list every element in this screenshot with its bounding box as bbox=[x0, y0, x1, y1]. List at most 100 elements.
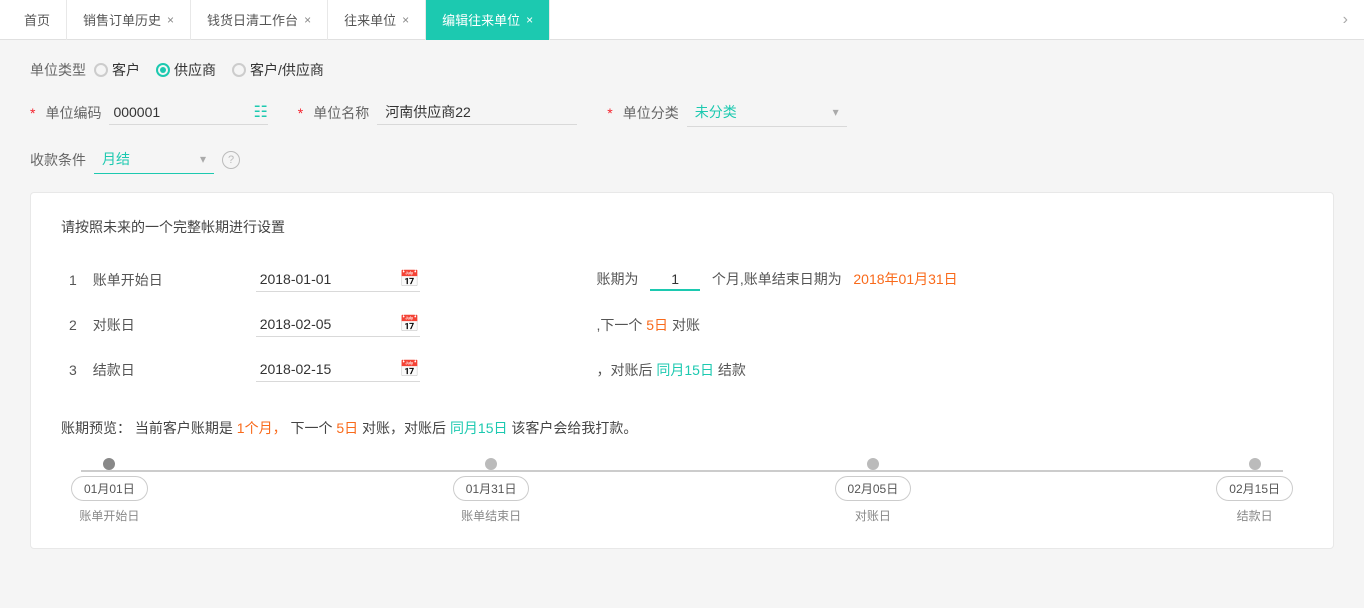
tab-cash-work[interactable]: 钱货日清工作台 × bbox=[191, 0, 328, 40]
tab-cash-work-label: 钱货日清工作台 bbox=[207, 10, 298, 29]
step-1-label: 账单开始日 bbox=[85, 257, 248, 302]
payment-condition-select[interactable]: 月结 ▾ bbox=[94, 145, 214, 174]
unit-code-label: 单位编码 bbox=[45, 103, 101, 123]
billing-period-card: 请按照未来的一个完整帐期进行设置 1 账单开始日 📅 账期为 bbox=[30, 192, 1334, 549]
unit-type-label: 单位类型 bbox=[30, 60, 86, 80]
timeline-container: 01月01日 账单开始日 01月31日 账单结束日 02月05日 对账日 02月… bbox=[61, 458, 1303, 524]
radio-customer-supplier[interactable]: 客户/供应商 bbox=[232, 60, 324, 80]
timeline-items: 01月01日 账单开始日 01月31日 账单结束日 02月05日 对账日 02月… bbox=[71, 458, 1293, 524]
payment-condition-help-icon[interactable]: ? bbox=[222, 151, 240, 169]
step-2-num: 2 bbox=[61, 302, 85, 347]
tab-partner-list[interactable]: 往来单位 × bbox=[328, 0, 426, 40]
preview-text1: 当前客户账期是 bbox=[135, 420, 233, 436]
tab-cash-work-close[interactable]: × bbox=[304, 13, 311, 27]
step-3-num: 3 bbox=[61, 347, 85, 392]
unit-cat-star: * bbox=[607, 105, 612, 121]
tab-sales-history[interactable]: 销售订单历史 × bbox=[67, 0, 191, 40]
payment-condition-value: 月结 bbox=[102, 149, 196, 169]
tab-home[interactable]: 首页 bbox=[8, 0, 67, 40]
unit-name-star: * bbox=[298, 105, 303, 121]
unit-code-input[interactable] bbox=[109, 100, 249, 124]
payment-condition-row: 收款条件 月结 ▾ ? bbox=[30, 145, 1334, 174]
step-2-date-cell: 📅 bbox=[248, 302, 589, 347]
radio-cs-circle bbox=[232, 63, 246, 77]
unit-category-group: * 单位分类 未分类 ▾ bbox=[607, 98, 846, 127]
tl-badge-0: 01月01日 bbox=[71, 476, 148, 501]
unit-category-value: 未分类 bbox=[695, 102, 829, 122]
step-1-period-suffix: 个月,账单结束日期为 bbox=[712, 271, 842, 287]
step-3-date-cell: 📅 bbox=[248, 347, 589, 392]
step-1-date-input[interactable] bbox=[256, 267, 396, 291]
unit-code-group: * 单位编码 ☷ bbox=[30, 100, 268, 125]
payment-condition-group: 收款条件 月结 ▾ ? bbox=[30, 145, 240, 174]
unit-type-row: 单位类型 客户 供应商 客户/供应商 bbox=[30, 60, 1334, 80]
tl-item-2: 02月05日 对账日 bbox=[835, 458, 912, 524]
unit-category-select[interactable]: 未分类 ▾ bbox=[687, 98, 847, 127]
radio-customer[interactable]: 客户 bbox=[94, 60, 140, 80]
tl-label-0: 账单开始日 bbox=[79, 507, 139, 524]
step-1-period-num-input[interactable] bbox=[650, 269, 700, 291]
preview-text3: 对账，对账后 bbox=[362, 420, 446, 436]
step-2-label: 对账日 bbox=[85, 302, 248, 347]
tl-badge-3: 02月15日 bbox=[1216, 476, 1293, 501]
radio-customer-label: 客户 bbox=[112, 60, 140, 80]
step-2-date-input[interactable] bbox=[256, 312, 396, 336]
tl-label-1: 账单结束日 bbox=[461, 507, 521, 524]
step-3-date-wrapper: 📅 bbox=[256, 357, 420, 382]
step-3-desc-cell: ，对账后 同月15日 结款 bbox=[588, 347, 1303, 392]
payment-condition-label: 收款条件 bbox=[30, 150, 86, 170]
unit-code-icon[interactable]: ☷ bbox=[253, 102, 267, 122]
step-1-end-date: 2018年01月31日 bbox=[853, 271, 957, 287]
page-content: 单位类型 客户 供应商 客户/供应商 * 单位编码 bbox=[0, 40, 1364, 608]
step-3-label: 结款日 bbox=[85, 347, 248, 392]
unit-name-input[interactable] bbox=[377, 100, 577, 125]
step-3-highlight: 同月15日 bbox=[656, 362, 714, 378]
tabs-more-arrow[interactable]: › bbox=[1335, 11, 1356, 29]
tl-badge-1: 01月31日 bbox=[453, 476, 530, 501]
preview-text4: 该客户会给我打款。 bbox=[511, 420, 637, 436]
unit-code-input-wrapper: ☷ bbox=[109, 100, 267, 125]
preview-label: 账期预览： bbox=[61, 420, 131, 436]
unit-name-label: 单位名称 bbox=[313, 103, 369, 123]
step-3-suffix: 结款 bbox=[718, 362, 746, 378]
radio-customer-circle bbox=[94, 63, 108, 77]
tl-item-1: 01月31日 账单结束日 bbox=[453, 458, 530, 524]
unit-type-group: 单位类型 客户 供应商 客户/供应商 bbox=[30, 60, 324, 80]
tl-dot-1 bbox=[485, 458, 497, 470]
tab-partner-list-close[interactable]: × bbox=[402, 13, 409, 27]
tab-edit-partner[interactable]: 编辑往来单位 × bbox=[426, 0, 550, 40]
unit-info-row: * 单位编码 ☷ * 单位名称 * 单位分类 未分类 ▾ bbox=[30, 98, 1334, 127]
radio-supplier[interactable]: 供应商 bbox=[156, 60, 216, 80]
tl-badge-2: 02月05日 bbox=[835, 476, 912, 501]
step-3-calendar-icon[interactable]: 📅 bbox=[400, 359, 420, 379]
step-3-prefix: ，对账后 bbox=[596, 362, 652, 378]
unit-type-radio-group: 客户 供应商 客户/供应商 bbox=[94, 60, 324, 80]
preview-h3: 同月15日 bbox=[450, 420, 508, 436]
tl-label-3: 结款日 bbox=[1237, 507, 1273, 524]
unit-code-star: * bbox=[30, 105, 35, 121]
step-1-period-prefix: 账期为 bbox=[596, 271, 638, 287]
tl-item-3: 02月15日 结款日 bbox=[1216, 458, 1293, 524]
step-2-date-wrapper: 📅 bbox=[256, 312, 420, 337]
step-3-row: 3 结款日 📅 ，对账后 同月15日 结款 bbox=[61, 347, 1303, 392]
tl-label-2: 对账日 bbox=[855, 507, 891, 524]
preview-text2: 下一个 bbox=[290, 420, 332, 436]
preview-h1: 1个月， bbox=[237, 420, 287, 436]
radio-supplier-circle bbox=[156, 63, 170, 77]
tab-partner-list-label: 往来单位 bbox=[344, 10, 396, 29]
card-instruction: 请按照未来的一个完整帐期进行设置 bbox=[61, 217, 1303, 237]
unit-name-group: * 单位名称 bbox=[298, 100, 577, 125]
step-2-suffix: 对账 bbox=[672, 317, 700, 333]
unit-category-dropdown-icon: ▾ bbox=[833, 105, 839, 119]
radio-cs-label: 客户/供应商 bbox=[250, 60, 324, 80]
preview-h2: 5日 bbox=[336, 420, 358, 436]
step-2-calendar-icon[interactable]: 📅 bbox=[400, 314, 420, 334]
step-1-calendar-icon[interactable]: 📅 bbox=[400, 269, 420, 289]
tab-sales-history-label: 销售订单历史 bbox=[83, 10, 161, 29]
step-3-date-input[interactable] bbox=[256, 357, 396, 381]
payment-condition-dropdown-icon: ▾ bbox=[200, 152, 206, 166]
step-1-date-wrapper: 📅 bbox=[256, 267, 420, 292]
tab-sales-history-close[interactable]: × bbox=[167, 13, 174, 27]
preview-text-row: 账期预览： 当前客户账期是 1个月， 下一个 5日 对账，对账后 同月15日 该… bbox=[61, 408, 1303, 438]
tab-edit-partner-close[interactable]: × bbox=[526, 13, 533, 27]
